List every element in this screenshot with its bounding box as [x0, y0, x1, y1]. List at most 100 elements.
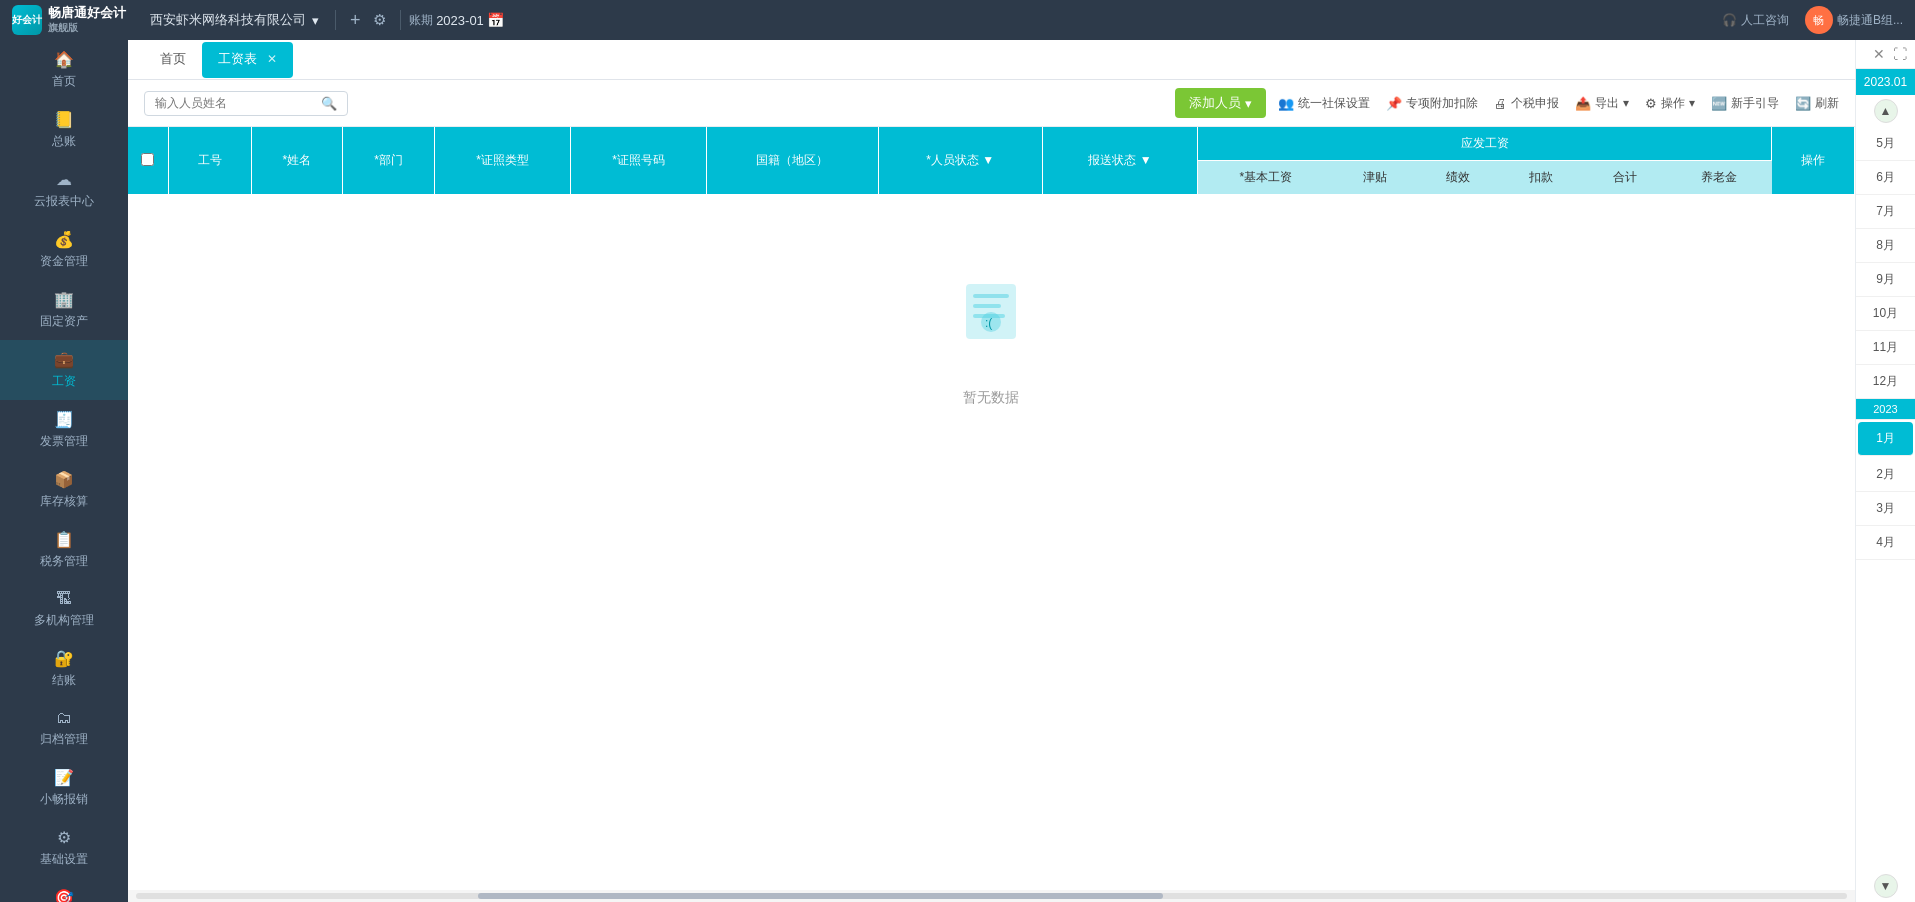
panel-expand-button[interactable]: ⛶	[1893, 46, 1907, 62]
sidebar-item-multi-org[interactable]: 🏗 多机构管理	[0, 580, 128, 639]
month-12[interactable]: 12月	[1856, 365, 1915, 399]
sidebar-label-fund: 资金管理	[40, 253, 88, 270]
human-service-button[interactable]: 🎧 人工咨询	[1722, 12, 1789, 29]
filter-icon-report: ▼	[1140, 153, 1152, 167]
sidebar-item-inventory[interactable]: 📦 库存核算	[0, 460, 128, 520]
month-11[interactable]: 11月	[1856, 331, 1915, 365]
salary-icon: 💼	[54, 350, 74, 369]
month-9[interactable]: 9月	[1856, 263, 1915, 297]
social-security-button[interactable]: 👥 统一社保设置	[1278, 95, 1370, 112]
sidebar-item-fund[interactable]: 💰 资金管理	[0, 220, 128, 280]
sidebar-item-guide[interactable]: 🎯 新手引导	[0, 878, 128, 902]
sidebar-item-invoice[interactable]: 🧾 发票管理	[0, 400, 128, 460]
closing-icon: 🔐	[54, 649, 74, 668]
tab-salary-table[interactable]: 工资表 ✕	[202, 42, 293, 78]
tab-close-icon[interactable]: ✕	[267, 52, 277, 66]
social-security-label: 统一社保设置	[1298, 95, 1370, 112]
month-2023-1[interactable]: 1月	[1858, 422, 1913, 456]
tax-declaration-icon: 🖨	[1494, 96, 1507, 111]
panel-controls: ✕ ⛶	[1856, 40, 1915, 69]
chevron-down-icon: ▾	[312, 13, 319, 28]
scrollbar-thumb[interactable]	[478, 893, 1162, 899]
add-company-button[interactable]: +	[344, 9, 367, 31]
year-2023-label: 2023	[1856, 399, 1915, 420]
operations-label: 操作	[1661, 95, 1685, 112]
sidebar-item-tax[interactable]: 📋 税务管理	[0, 520, 128, 580]
sidebar-item-salary[interactable]: 💼 工资	[0, 340, 128, 400]
guide-icon: 🎯	[54, 888, 74, 902]
tab-home[interactable]: 首页	[144, 42, 202, 78]
sidebar-item-expense[interactable]: 📝 小畅报销	[0, 758, 128, 818]
th-id-number: *证照号码	[570, 127, 706, 194]
refresh-button[interactable]: 🔄 刷新	[1795, 95, 1839, 112]
th-id-type: *证照类型	[434, 127, 570, 194]
logo-icon: 好会计	[12, 5, 42, 35]
sidebar-item-home[interactable]: 🏠 首页	[0, 40, 128, 100]
empty-icon: :(	[951, 274, 1031, 373]
svg-rect-1	[973, 294, 1009, 298]
nav-up-button[interactable]: ▲	[1874, 99, 1898, 123]
month-10[interactable]: 10月	[1856, 297, 1915, 331]
fixed-asset-icon: 🏢	[54, 290, 74, 309]
th-performance: 绩效	[1417, 161, 1500, 195]
company-selector[interactable]: 西安虾米网络科技有限公司 ▾	[142, 7, 327, 33]
tab-home-label: 首页	[160, 50, 186, 68]
new-guide-button[interactable]: 🆕 新手引导	[1711, 95, 1779, 112]
th-checkbox[interactable]	[128, 127, 168, 194]
export-icon: 📤	[1575, 96, 1591, 111]
special-deduction-button[interactable]: 📌 专项附加扣除	[1386, 95, 1478, 112]
sidebar-label-expense: 小畅报销	[40, 791, 88, 808]
toolbar: 🔍 添加人员 ▾ 👥 统一社保设置 📌 专项附加扣除	[128, 80, 1855, 127]
app-version: 旗舰版	[48, 21, 126, 35]
export-button[interactable]: 📤 导出 ▾	[1575, 95, 1629, 112]
panel-nav-up: ▲	[1856, 95, 1915, 127]
special-deduction-icon: 📌	[1386, 96, 1402, 111]
user-menu[interactable]: 畅 畅捷通B组...	[1805, 6, 1903, 34]
month-2023-2[interactable]: 2月	[1856, 458, 1915, 492]
sidebar-item-cloud-report[interactable]: ☁ 云报表中心	[0, 160, 128, 220]
home-icon: 🏠	[54, 50, 74, 69]
search-input[interactable]	[155, 96, 315, 110]
month-2023-3[interactable]: 3月	[1856, 492, 1915, 526]
month-7[interactable]: 7月	[1856, 195, 1915, 229]
th-report-status[interactable]: 报送状态 ▼	[1042, 127, 1198, 194]
nav-down-button[interactable]: ▼	[1874, 874, 1898, 898]
cloud-icon: ☁	[56, 170, 72, 189]
divider-1	[335, 10, 336, 30]
tax-declaration-button[interactable]: 🖨 个税申报	[1494, 95, 1559, 112]
th-salary-group: 应发工资	[1198, 127, 1772, 161]
select-all-checkbox[interactable]	[141, 153, 154, 166]
app-logo: 好会计 畅唐通好会计 旗舰版	[12, 5, 126, 35]
period-label: 账期	[409, 12, 433, 29]
sidebar-item-closing[interactable]: 🔐 结账	[0, 639, 128, 699]
settings-icon[interactable]: ⚙	[367, 9, 392, 31]
invoice-icon: 🧾	[54, 410, 74, 429]
sidebar-item-archive[interactable]: 🗂 归档管理	[0, 699, 128, 758]
sidebar-item-fixed-asset[interactable]: 🏢 固定资产	[0, 280, 128, 340]
refresh-label: 刷新	[1815, 95, 1839, 112]
add-person-button[interactable]: 添加人员 ▾	[1175, 88, 1266, 118]
sidebar-item-settings[interactable]: ⚙ 基础设置	[0, 818, 128, 878]
th-operations: 操作	[1771, 127, 1854, 194]
sidebar-label-multi-org: 多机构管理	[34, 612, 94, 629]
divider-2	[400, 10, 401, 30]
th-person-status[interactable]: *人员状态 ▼	[878, 127, 1042, 194]
expense-icon: 📝	[54, 768, 74, 787]
ledger-icon: 📒	[54, 110, 74, 129]
month-2023-4[interactable]: 4月	[1856, 526, 1915, 560]
operations-icon: ⚙	[1645, 96, 1657, 111]
calendar-icon[interactable]: 📅	[487, 12, 504, 28]
fund-icon: 💰	[54, 230, 74, 249]
month-5[interactable]: 5月	[1856, 127, 1915, 161]
month-6[interactable]: 6月	[1856, 161, 1915, 195]
sidebar-label-invoice: 发票管理	[40, 433, 88, 450]
filter-icon-person: ▼	[982, 153, 994, 167]
sidebar-item-ledger[interactable]: 📒 总账	[0, 100, 128, 160]
month-8[interactable]: 8月	[1856, 229, 1915, 263]
horizontal-scrollbar[interactable]	[128, 890, 1855, 902]
panel-close-button[interactable]: ✕	[1873, 46, 1885, 62]
search-box[interactable]: 🔍	[144, 91, 348, 116]
operations-button[interactable]: ⚙ 操作 ▾	[1645, 95, 1695, 112]
inventory-icon: 📦	[54, 470, 74, 489]
archive-icon: 🗂	[56, 709, 72, 727]
